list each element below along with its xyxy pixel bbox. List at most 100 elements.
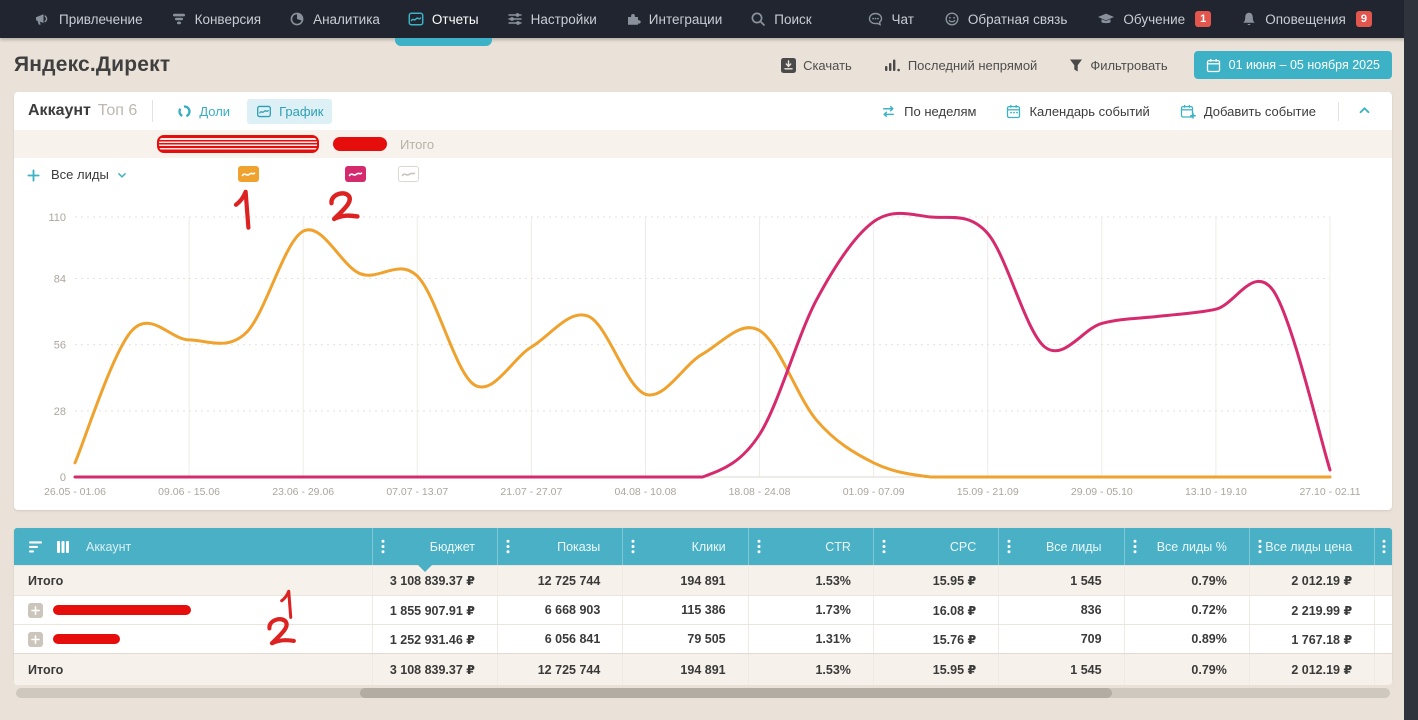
- nav-item-label: Отчеты: [431, 11, 479, 27]
- horizontal-scrollbar-thumb[interactable]: [360, 688, 1112, 698]
- plus-icon: [27, 169, 40, 187]
- nav-item-отчеты[interactable]: Отчеты: [394, 0, 492, 46]
- panel-action-swap-arrows[interactable]: По неделям: [881, 104, 976, 119]
- row-end-spacer: [1374, 596, 1392, 624]
- table-body: Итого 3 108 839.37 ₽12 725 744 194 891 1.53…: [14, 565, 1392, 685]
- legend-item-redacted-1[interactable]: [157, 135, 319, 153]
- date-range-label: 01 июня – 05 ноября 2025: [1228, 58, 1380, 72]
- cell-все-лиды-: 0.72%: [1123, 596, 1249, 624]
- header-cell-клики[interactable]: Клики: [622, 528, 747, 565]
- nav-item-интеграции[interactable]: Интеграции: [625, 0, 722, 38]
- horizontal-scrollbar-track[interactable]: [16, 688, 1390, 698]
- panel-action-label: По неделям: [904, 103, 977, 119]
- nav-item-обратная связь[interactable]: Обратная связь: [944, 0, 1067, 38]
- attribution-bars-icon: [884, 58, 901, 72]
- header-label: Клики: [691, 539, 726, 554]
- nav-item-чат[interactable]: Чат: [867, 0, 914, 38]
- header-label: Все лиды: [1045, 539, 1102, 554]
- notification-badge: 9: [1355, 11, 1372, 27]
- legend-item-total[interactable]: Итого: [400, 137, 434, 152]
- nav-item-label: Конверсия: [194, 11, 262, 27]
- calendar-plus-icon: [1180, 104, 1196, 119]
- series-swatch-2[interactable]: [345, 166, 366, 182]
- series-swatch-1[interactable]: [238, 166, 259, 182]
- panel-action-calendar-events[interactable]: Календарь событий: [1006, 104, 1150, 119]
- notification-badge: 1: [1195, 11, 1212, 27]
- line-chart-icon: [256, 104, 272, 119]
- nav-item-label: Обратная связь: [967, 11, 1068, 27]
- settings-sliders-icon: [507, 11, 523, 27]
- search-icon: [750, 11, 766, 27]
- nav-item-поиск[interactable]: Поиск: [750, 0, 812, 38]
- reports-icon: [408, 11, 424, 27]
- expand-row-button[interactable]: [28, 631, 43, 647]
- cell-ctr: 1.53%: [747, 566, 873, 595]
- nav-item-label: Оповещения: [1265, 11, 1346, 27]
- nav-item-label: Привлечение: [59, 11, 143, 27]
- header-cell-account[interactable]: Аккаунт: [14, 528, 372, 565]
- panel-subtitle: Топ 6: [97, 102, 138, 119]
- swap-arrows-icon: [881, 104, 896, 119]
- header-actions: Скачать Последний непрямой Фильтровать: [749, 57, 1168, 73]
- cell-показы: 6 668 903: [496, 596, 622, 624]
- cell-показы: 6 056 841: [496, 625, 622, 653]
- header-cell-бюджет[interactable]: Бюджет: [371, 528, 497, 565]
- column-menu-icon[interactable]: [1133, 539, 1137, 554]
- expand-row-button[interactable]: [28, 602, 43, 618]
- cell-все-лиды-: 0.79%: [1123, 566, 1249, 595]
- row-end-spacer: [1374, 566, 1392, 595]
- header-cell-все-лиды-цена[interactable]: Все лиды цена: [1248, 528, 1374, 565]
- svg-text:04.08 - 10.08: 04.08 - 10.08: [615, 486, 677, 498]
- nav-item-привлечение[interactable]: Привлечение: [34, 0, 143, 38]
- header-action-download[interactable]: Скачать: [781, 57, 852, 73]
- cell-показы: 12 725 744: [496, 566, 622, 595]
- svg-text:110: 110: [48, 212, 66, 224]
- cell-все-лиды: 836: [998, 596, 1123, 624]
- nav-item-обучение[interactable]: Обучение 1: [1097, 0, 1212, 38]
- top-nav: Привлечение Конверсия Аналитика Отчеты Настр…: [0, 0, 1418, 46]
- panel-action-calendar-plus[interactable]: Добавить событие: [1180, 104, 1316, 119]
- nav-item-настройки[interactable]: Настройки: [507, 0, 597, 38]
- header-action-label: Скачать: [803, 57, 852, 73]
- header-action-filter[interactable]: Фильтровать: [1069, 58, 1168, 73]
- column-menu-icon[interactable]: [631, 539, 635, 554]
- nav-item-конверсия[interactable]: Конверсия: [171, 0, 261, 38]
- svg-text:23.06 - 29.06: 23.06 - 29.06: [272, 486, 334, 498]
- header-cell-ctr[interactable]: CTR: [747, 528, 873, 565]
- nav-item-label: Поиск: [774, 11, 812, 27]
- table-options-icon[interactable]: [1374, 528, 1392, 565]
- table-header-row: Аккаунт Бюджет Показы Клики CTR CPC Все лиды Вс…: [14, 528, 1392, 565]
- column-menu-icon[interactable]: [1258, 539, 1262, 554]
- column-menu-icon[interactable]: [882, 539, 886, 554]
- legend-item-redacted-2[interactable]: [333, 137, 387, 151]
- metric-selector[interactable]: Все лиды: [51, 167, 128, 182]
- total-label: Итого: [28, 662, 64, 677]
- nav-item-оповещения[interactable]: Оповещения 9: [1241, 0, 1372, 38]
- header-cell-cpc[interactable]: CPC: [872, 528, 998, 565]
- svg-text:01.09 - 07.09: 01.09 - 07.09: [843, 486, 905, 498]
- header-cell-все-лиды-[interactable]: Все лиды %: [1123, 528, 1249, 565]
- add-metric-button[interactable]: [27, 169, 40, 187]
- nav-item-label: Аналитика: [313, 11, 380, 27]
- app-window: Привлечение Конверсия Аналитика Отчеты Настр…: [0, 0, 1418, 720]
- view-toggle-доли[interactable]: Доли: [168, 99, 239, 124]
- chat-icon: [867, 11, 884, 27]
- view-toggles: Доли График: [168, 98, 340, 124]
- column-menu-icon[interactable]: [1007, 539, 1011, 554]
- nav-item-аналитика[interactable]: Аналитика: [289, 0, 380, 38]
- header-label: CPC: [949, 539, 977, 554]
- collapse-panel-button[interactable]: [1338, 101, 1378, 121]
- series-swatch-3[interactable]: [398, 166, 419, 182]
- view-toggle-график[interactable]: График: [247, 98, 333, 124]
- column-menu-icon[interactable]: [506, 539, 510, 554]
- column-menu-icon[interactable]: [381, 539, 385, 554]
- header-action-attribution-bars[interactable]: Последний непрямой: [884, 58, 1037, 73]
- date-range-button[interactable]: 01 июня – 05 ноября 2025: [1193, 51, 1392, 79]
- cell-бюджет: 1 252 931.46 ₽: [371, 625, 497, 653]
- header-cell-все-лиды[interactable]: Все лиды: [998, 528, 1123, 565]
- nav-item-label: Чат: [891, 11, 914, 27]
- download-icon: [781, 57, 797, 73]
- header-cell-показы[interactable]: Показы: [496, 528, 622, 565]
- cell-cpc: 15.95 ₽: [872, 654, 998, 685]
- column-menu-icon[interactable]: [757, 539, 761, 554]
